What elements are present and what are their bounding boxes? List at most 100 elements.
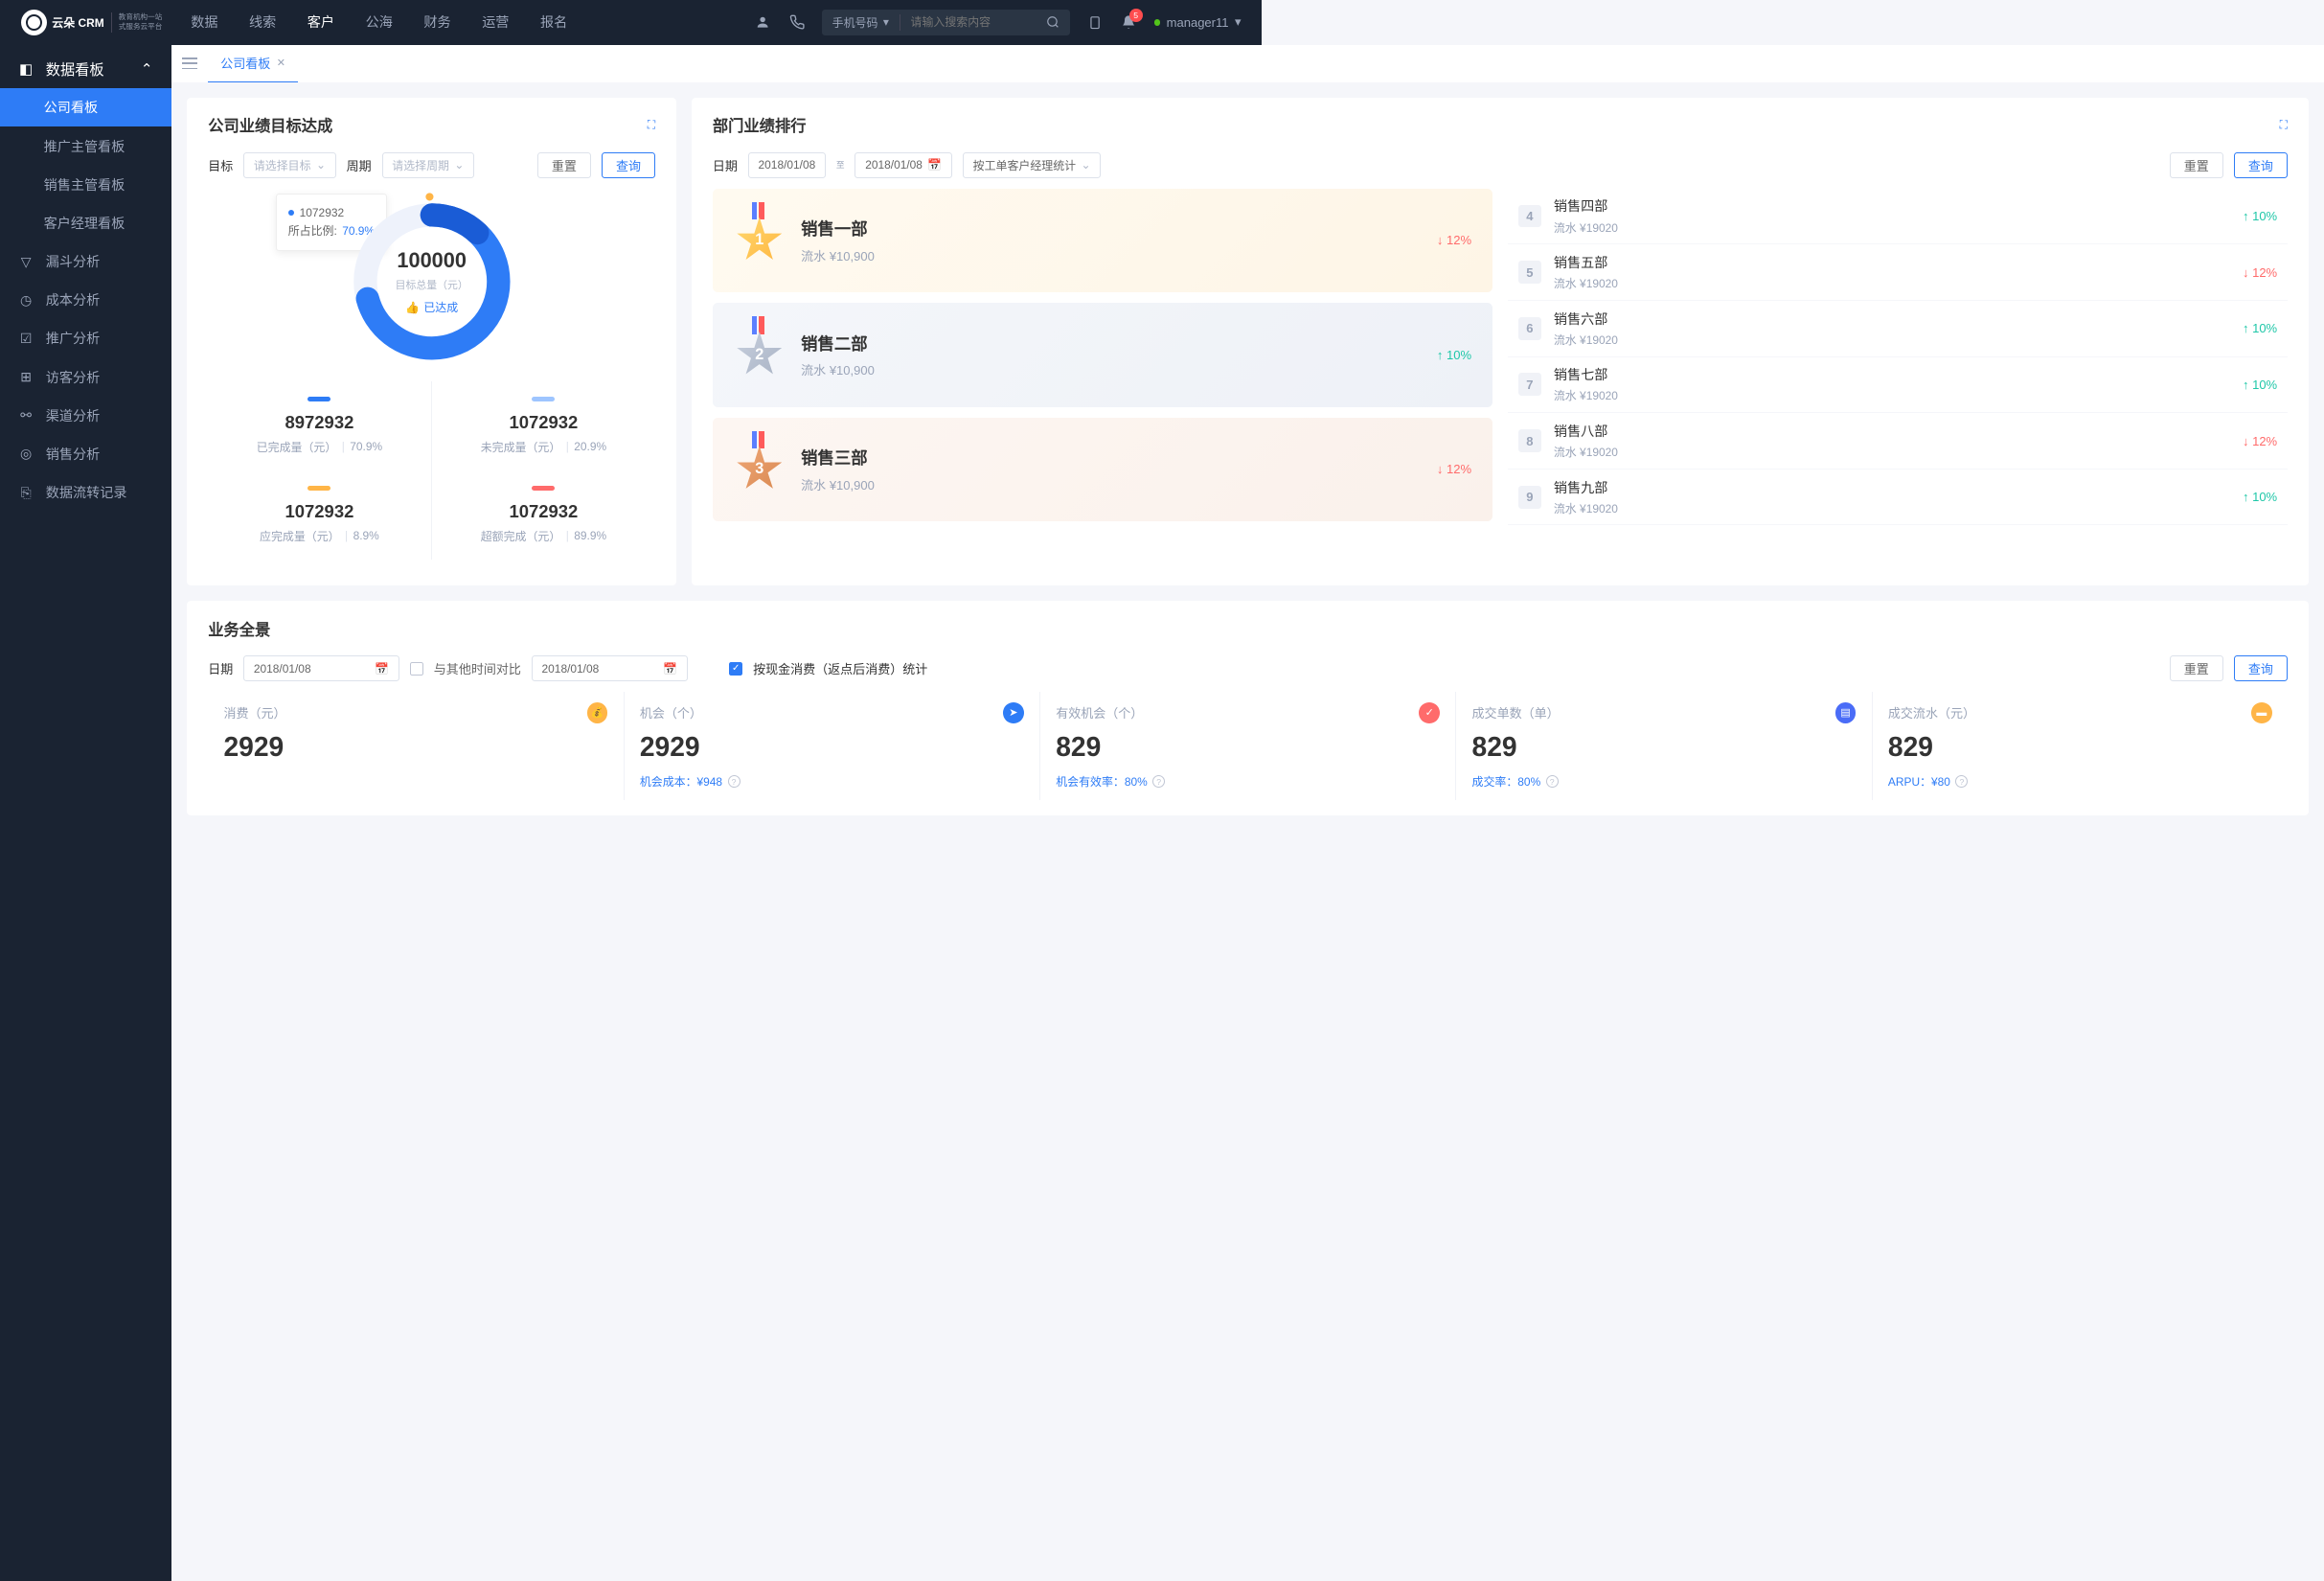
query-button[interactable]: 查询: [2234, 152, 2288, 178]
thumbs-up-icon: 👍: [405, 301, 420, 314]
logo[interactable]: 云朵 CRM 教育机构一站式服务云平台: [21, 10, 163, 35]
date-label: 日期: [713, 156, 738, 174]
kpi-icon: ▬: [2251, 702, 2272, 723]
nav-item-0[interactable]: 数据: [191, 12, 217, 32]
kpi-0: 消费（元）💰2929: [208, 692, 624, 800]
search-input[interactable]: [900, 15, 1036, 29]
rank-card-1[interactable]: 1销售一部流水 ¥10,900↓ 12%: [713, 189, 1492, 293]
user-menu[interactable]: manager11 ▾: [1154, 14, 1242, 30]
rank-row-7[interactable]: 7销售七部流水 ¥19020↑ 10%: [1508, 357, 2288, 414]
rank-card-2[interactable]: 2销售二部流水 ¥10,900↑ 10%: [713, 303, 1492, 407]
kpi-icon: 💰: [587, 702, 608, 723]
rank-row-5[interactable]: 5销售五部流水 ¥19020↓ 12%: [1508, 244, 2288, 301]
sidebar-item-6[interactable]: ⎘数据流转记录: [0, 473, 171, 512]
groupby-select[interactable]: 按工单客户经理统计⌄: [963, 152, 1101, 178]
date2-input[interactable]: 2018/01/08📅: [532, 655, 688, 681]
sidebar-icon: ⎘: [19, 485, 34, 499]
rank-row-6[interactable]: 6销售六部流水 ¥19020↑ 10%: [1508, 301, 2288, 357]
stat-1: 1072932未完成量（元）|20.9%: [432, 381, 655, 470]
date-from-input[interactable]: 2018/01/08: [748, 152, 826, 178]
target-select[interactable]: 请选择目标⌄: [243, 152, 336, 178]
card-title: 业务全景: [208, 617, 270, 640]
main-content: 公司看板 ✕ 公司业绩目标达成 ⛶ 目标 请选择目标⌄ 周期 请选择周期⌄ 重置…: [171, 45, 2324, 1581]
reset-button[interactable]: 重置: [537, 152, 591, 178]
sidebar-item-1[interactable]: ◷成本分析: [0, 281, 171, 319]
sidebar-item-5[interactable]: ◎销售分析: [0, 435, 171, 473]
period-label: 周期: [347, 156, 372, 174]
donut-value: 100000: [397, 248, 466, 273]
expand-icon[interactable]: ⛶: [648, 118, 655, 132]
rank-row-4[interactable]: 4销售四部流水 ¥19020↑ 10%: [1508, 189, 2288, 245]
help-icon[interactable]: ?: [728, 775, 740, 788]
card-title: 部门业绩排行: [713, 113, 807, 136]
search-button[interactable]: [1036, 15, 1070, 29]
rank-row-8[interactable]: 8销售八部流水 ¥19020↓ 12%: [1508, 413, 2288, 470]
help-icon[interactable]: ?: [1152, 775, 1165, 788]
nav-item-3[interactable]: 公海: [366, 12, 393, 32]
nav-item-6[interactable]: 报名: [540, 12, 567, 32]
expand-icon[interactable]: ⛶: [2280, 118, 2288, 132]
sidebar-item-3[interactable]: ⊞访客分析: [0, 357, 171, 396]
kpi-icon: ✓: [1419, 702, 1440, 723]
close-icon[interactable]: ✕: [277, 57, 285, 69]
sidebar-sub-3[interactable]: 客户经理看板: [0, 204, 171, 242]
nav-item-2[interactable]: 客户: [308, 12, 334, 32]
card-title: 公司业绩目标达成: [208, 113, 332, 136]
card-business-overview: 业务全景 日期 2018/01/08📅 与其他时间对比 2018/01/08📅 …: [187, 601, 2308, 815]
hamburger-icon[interactable]: [182, 56, 197, 71]
sidebar-item-2[interactable]: ☑推广分析: [0, 319, 171, 357]
nav-item-4[interactable]: 财务: [423, 12, 450, 32]
query-button[interactable]: 查询: [2234, 655, 2288, 681]
sidebar-icon: ☑: [19, 332, 34, 346]
nav-item-1[interactable]: 线索: [249, 12, 276, 32]
notification-icon[interactable]: 5: [1120, 13, 1139, 33]
sidebar-icon: ⊞: [19, 370, 34, 384]
compare-label: 与其他时间对比: [434, 659, 521, 677]
cash-checkbox[interactable]: ✓: [729, 662, 742, 676]
sidebar-sub-1[interactable]: 推广主管看板: [0, 126, 171, 165]
cash-label: 按现金消费（返点后消费）统计: [753, 659, 927, 677]
sidebar-item-4[interactable]: ⚯渠道分析: [0, 397, 171, 435]
sidebar-icon: ⚯: [19, 408, 34, 423]
search-type-select[interactable]: 手机号码▾: [822, 14, 900, 31]
logo-icon: [21, 10, 47, 35]
donut-label: 目标总量（元）: [396, 277, 468, 292]
search-group: 手机号码▾: [822, 10, 1070, 35]
tab-label: 公司看板: [220, 54, 270, 72]
top-nav: 数据 线索 客户 公海 财务 运营 报名: [191, 12, 567, 32]
target-label: 目标: [208, 156, 233, 174]
kpi-3: 成交单数（单）▤829成交率：80%?: [1456, 692, 1872, 800]
medal-icon: 1: [734, 215, 786, 266]
query-button[interactable]: 查询: [602, 152, 655, 178]
rank-row-9[interactable]: 9销售九部流水 ¥19020↑ 10%: [1508, 470, 2288, 526]
dashboard-icon: ◧: [19, 62, 34, 77]
tab-company-board[interactable]: 公司看板 ✕: [208, 45, 298, 82]
reset-button[interactable]: 重置: [2170, 152, 2223, 178]
sidebar-sub-2[interactable]: 销售主管看板: [0, 166, 171, 204]
card-department-ranking: 部门业绩排行 ⛶ 日期 2018/01/08 至 2018/01/08📅 按工单…: [692, 98, 2309, 585]
username: manager11: [1167, 15, 1229, 30]
mobile-icon[interactable]: [1085, 13, 1105, 33]
rank-card-3[interactable]: 3销售三部流水 ¥10,900↓ 12%: [713, 418, 1492, 522]
chevron-down-icon: ▾: [1235, 14, 1242, 30]
help-icon[interactable]: ?: [1546, 775, 1559, 788]
sidebar-header-dashboard[interactable]: ◧ 数据看板 ⌃: [0, 50, 171, 88]
sidebar-icon: ◷: [19, 293, 34, 308]
medal-icon: 3: [734, 444, 786, 495]
sidebar-sub-0[interactable]: 公司看板: [0, 88, 171, 126]
chevron-up-icon: ⌃: [141, 60, 153, 78]
date1-input[interactable]: 2018/01/08📅: [243, 655, 399, 681]
nav-item-5[interactable]: 运营: [482, 12, 509, 32]
logo-subtitle: 教育机构一站式服务云平台: [111, 12, 162, 33]
sidebar-item-0[interactable]: ▽漏斗分析: [0, 242, 171, 281]
stat-3: 1072932超额完成（元）|89.9%: [432, 470, 655, 560]
reset-button[interactable]: 重置: [2170, 655, 2223, 681]
period-select[interactable]: 请选择周期⌄: [382, 152, 475, 178]
help-icon[interactable]: ?: [1955, 775, 1968, 788]
compare-checkbox[interactable]: [410, 662, 423, 676]
date-to-input[interactable]: 2018/01/08📅: [854, 152, 952, 178]
achieved-badge: 👍 已达成: [405, 299, 458, 315]
status-dot-icon: [1154, 19, 1161, 26]
user-icon[interactable]: [753, 13, 772, 33]
phone-icon[interactable]: [787, 13, 807, 33]
